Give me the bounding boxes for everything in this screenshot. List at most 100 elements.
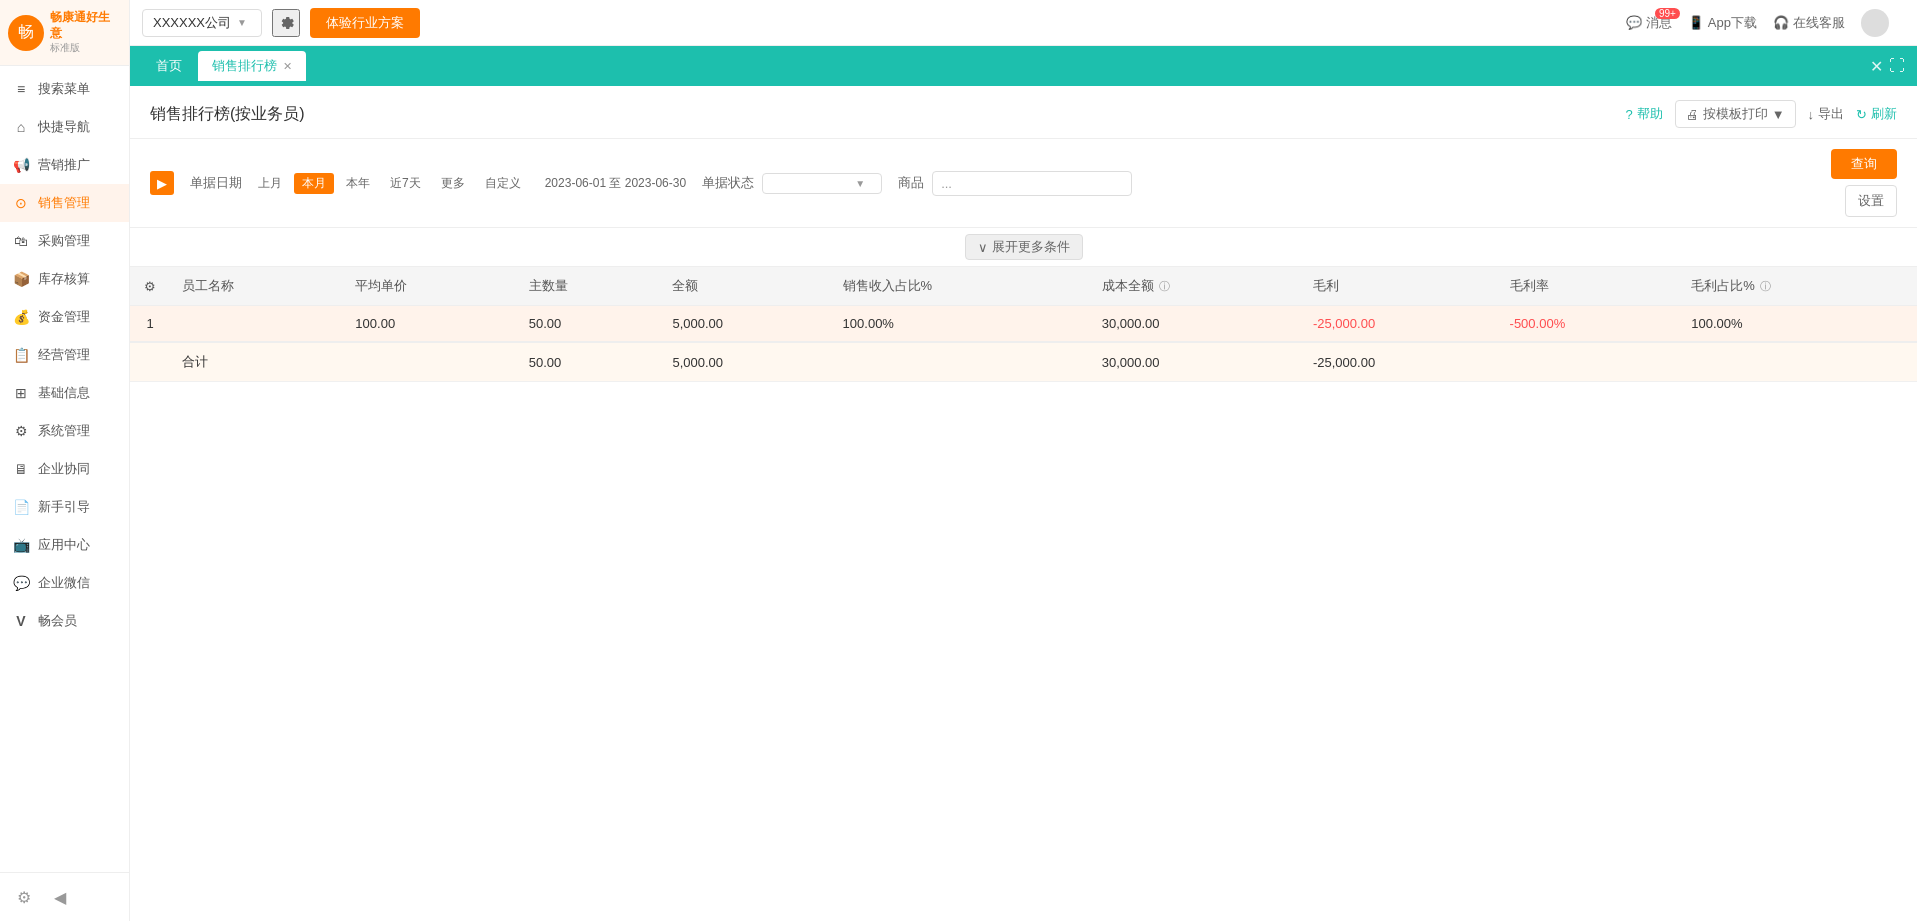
sidebar-item-apps[interactable]: 📺 应用中心 (0, 526, 129, 564)
date-tab-last-month[interactable]: 上月 (250, 173, 290, 194)
sidebar-item-enterprise[interactable]: 🖥 企业协同 (0, 450, 129, 488)
cell-gross: -25,000.00 (1301, 306, 1498, 343)
col-settings[interactable]: ⚙ (130, 267, 170, 306)
export-button[interactable]: ↓ 导出 (1808, 105, 1845, 123)
sidebar-settings-button[interactable]: ⚙ (10, 883, 38, 911)
sidebar-item-sales[interactable]: ⊙ 销售管理 (0, 184, 129, 222)
settings-button[interactable]: 设置 (1845, 185, 1897, 217)
sidebar-item-member[interactable]: V 畅会员 (0, 602, 129, 640)
tab-restore-icon[interactable]: ⛶ (1889, 57, 1905, 76)
tab-close-all-icon[interactable]: ✕ (1870, 57, 1883, 76)
cell-cost: 30,000.00 (1090, 306, 1301, 343)
apps-icon: 📺 (12, 536, 30, 554)
status-filter: 单据状态 ▼ (702, 173, 882, 194)
user-avatar[interactable] (1861, 9, 1889, 37)
footer-amount: 5,000.00 (660, 342, 830, 382)
logo-text: 畅康通好生意 标准版 (50, 10, 121, 55)
main-area: XXXXXX公司 ▼ 体验行业方案 💬 消息 99+ 📱 App下载 🎧 在线客… (130, 0, 1917, 921)
cell-name (170, 306, 343, 343)
print-icon: 🖨 (1686, 107, 1699, 122)
date-tab-7days[interactable]: 近7天 (382, 173, 429, 194)
product-filter: 商品 ... (898, 171, 1132, 196)
company-select[interactable]: XXXXXX公司 ▼ (142, 9, 262, 37)
sidebar-item-basics[interactable]: ⊞ 基础信息 (0, 374, 129, 412)
tab-sales-rank[interactable]: 销售排行榜 ✕ (198, 51, 306, 81)
topbar-settings-button[interactable] (272, 9, 300, 37)
headset-icon: 🎧 (1773, 15, 1789, 30)
help-icon: ? (1625, 107, 1632, 122)
col-avg-price: 平均单价 (343, 267, 516, 306)
tab-home[interactable]: 首页 (142, 51, 196, 81)
message-icon: 💬 (1626, 15, 1642, 30)
tabbar: 首页 销售排行榜 ✕ ✕ ⛶ (130, 46, 1917, 86)
col-gross-pct: 毛利占比% ⓘ (1679, 267, 1917, 306)
tab-close-icon[interactable]: ✕ (283, 60, 292, 73)
finance-icon: 💰 (12, 308, 30, 326)
table-row: 1 100.00 50.00 5,000.00 100.00% 30,000.0… (130, 306, 1917, 343)
try-industry-button[interactable]: 体验行业方案 (310, 8, 420, 38)
filter-row: ▶ 单据日期 上月 本月 本年 近7天 更多 自定义 2023-06-01 至 … (150, 149, 1897, 217)
search-order-icon: ≡ (12, 80, 30, 98)
quick-nav-icon: ⌂ (12, 118, 30, 136)
status-select[interactable]: ▼ (762, 173, 882, 194)
date-label: 单据日期 (190, 174, 242, 192)
cost-info-icon[interactable]: ⓘ (1159, 280, 1170, 292)
gross-pct-info-icon[interactable]: ⓘ (1760, 280, 1771, 292)
expand-icon: ∨ (978, 240, 988, 255)
expand-more-button[interactable]: ∨ 展开更多条件 (965, 234, 1083, 260)
col-sales-pct: 销售收入占比% (831, 267, 1090, 306)
expand-row: ∨ 展开更多条件 (130, 228, 1917, 267)
sidebar-item-purchase[interactable]: 🛍 采购管理 (0, 222, 129, 260)
sidebar-item-wechat[interactable]: 💬 企业微信 (0, 564, 129, 602)
page-header: 销售排行榜(按业务员) ? 帮助 🖨 按模板打印 ▼ ↓ 导出 ↻ 刷新 (130, 86, 1917, 139)
table-header-row: ⚙ 员工名称 平均单价 主数量 全额 (130, 267, 1917, 306)
cell-amount: 5,000.00 (660, 306, 830, 343)
sidebar-bottom: ⚙ ◀ (0, 872, 129, 921)
footer-qty: 50.00 (517, 342, 661, 382)
sidebar-item-marketing[interactable]: 📢 营销推广 (0, 146, 129, 184)
sidebar-collapse-button[interactable]: ◀ (46, 883, 74, 911)
basics-icon: ⊞ (12, 384, 30, 402)
product-input[interactable]: ... (932, 171, 1132, 196)
print-button[interactable]: 🖨 按模板打印 ▼ (1675, 100, 1796, 128)
product-placeholder: ... (941, 176, 952, 191)
app-download-button[interactable]: 📱 App下载 (1688, 14, 1757, 32)
col-qty: 主数量 (517, 267, 661, 306)
sidebar-item-operations[interactable]: 📋 经营管理 (0, 336, 129, 374)
sales-icon: ⊙ (12, 194, 30, 212)
sidebar-item-system[interactable]: ⚙ 系统管理 (0, 412, 129, 450)
sidebar: 畅 畅康通好生意 标准版 ≡ 搜索菜单 ⌂ 快捷导航 📢 营销推广 ⊙ 销售管理… (0, 0, 130, 921)
logo-icon: 畅 (8, 15, 44, 51)
column-settings-icon[interactable]: ⚙ (144, 279, 156, 294)
footer-cost: 30,000.00 (1090, 342, 1301, 382)
col-name: 员工名称 (170, 267, 343, 306)
sidebar-item-inventory[interactable]: 📦 库存核算 (0, 260, 129, 298)
guide-icon: 📄 (12, 498, 30, 516)
col-cost: 成本全额 ⓘ (1090, 267, 1301, 306)
date-tabs: 上月 本月 本年 近7天 更多 自定义 (250, 173, 529, 194)
export-icon: ↓ (1808, 107, 1815, 122)
online-service-button[interactable]: 🎧 在线客服 (1773, 14, 1845, 32)
sidebar-item-quick-nav[interactable]: ⌂ 快捷导航 (0, 108, 129, 146)
enterprise-icon: 🖥 (12, 460, 30, 478)
refresh-button[interactable]: ↻ 刷新 (1856, 105, 1897, 123)
date-tab-this-year[interactable]: 本年 (338, 173, 378, 194)
table-section: ⚙ 员工名称 平均单价 主数量 全额 (130, 267, 1917, 921)
query-button[interactable]: 查询 (1831, 149, 1897, 179)
help-link[interactable]: ? 帮助 (1625, 105, 1662, 123)
col-amount: 全额 (660, 267, 830, 306)
operations-icon: 📋 (12, 346, 30, 364)
date-tab-more[interactable]: 更多 (433, 173, 473, 194)
status-label: 单据状态 (702, 174, 754, 192)
sidebar-item-search-order[interactable]: ≡ 搜索菜单 (0, 70, 129, 108)
message-button[interactable]: 💬 消息 99+ (1626, 14, 1672, 32)
footer-gross-rate (1498, 342, 1680, 382)
sidebar-item-finance[interactable]: 💰 资金管理 (0, 298, 129, 336)
company-chevron-icon: ▼ (237, 17, 247, 28)
footer-gross-pct (1679, 342, 1917, 382)
date-tab-custom[interactable]: 自定义 (477, 173, 529, 194)
filter-collapse-button[interactable]: ▶ (150, 171, 174, 195)
sidebar-item-guide[interactable]: 📄 新手引导 (0, 488, 129, 526)
date-tab-this-month[interactable]: 本月 (294, 173, 334, 194)
topbar: XXXXXX公司 ▼ 体验行业方案 💬 消息 99+ 📱 App下载 🎧 在线客… (130, 0, 1917, 46)
